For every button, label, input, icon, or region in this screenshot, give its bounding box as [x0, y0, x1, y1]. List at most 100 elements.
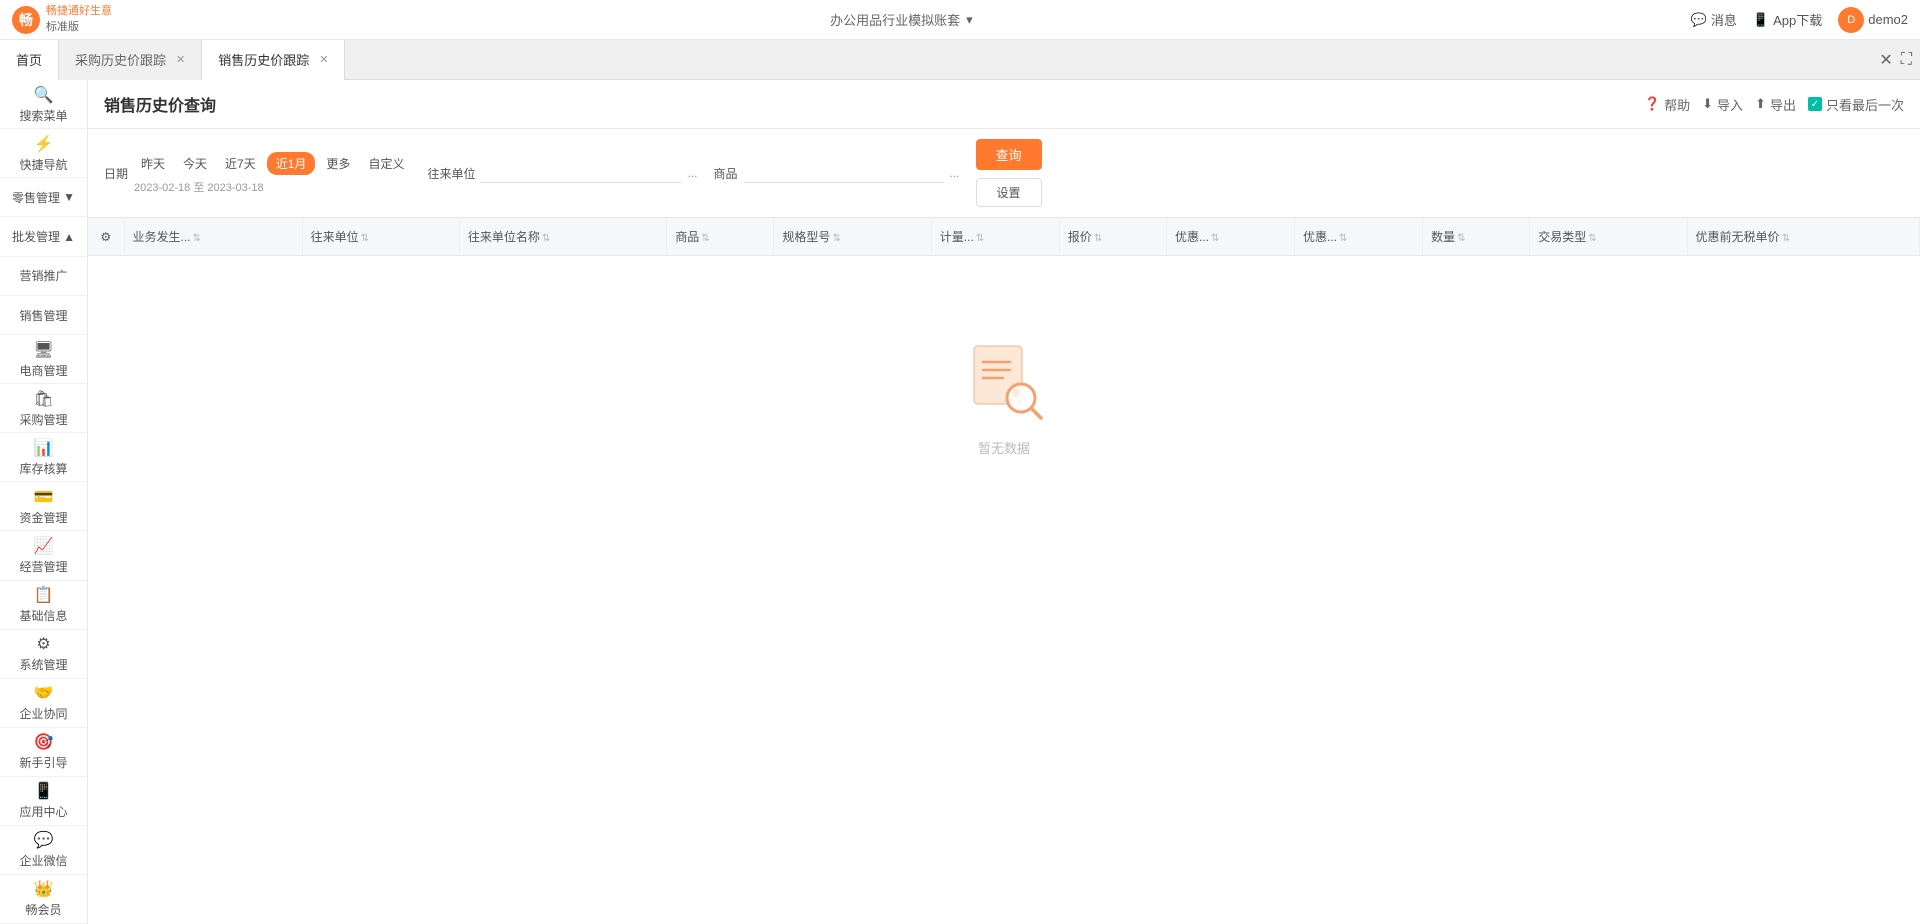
date-btn-last1m[interactable]: 近1月 — [267, 152, 316, 175]
sidebar-item-inventory[interactable]: 📊 库存核算 — [0, 433, 87, 482]
empty-text: 暂无数据 — [978, 438, 1030, 457]
tab-home-label: 首页 — [16, 50, 42, 69]
tab-window-actions: ✕ ⛶ — [1871, 50, 1920, 70]
only-last-checkbox-label[interactable]: ✓ 只看最后一次 — [1808, 95, 1904, 114]
sidebar-item-search-menu[interactable]: 🔍 搜索菜单 — [0, 80, 87, 129]
marketing-label: 营销推广 — [19, 267, 67, 284]
sidebar-item-quick-nav[interactable]: ⚡ 快捷导航 — [0, 129, 87, 178]
help-btn[interactable]: ❓ 帮助 — [1644, 95, 1690, 114]
import-btn[interactable]: ⬇ 导入 — [1702, 95, 1743, 114]
contact-input[interactable] — [481, 164, 681, 183]
sort-icon-spec: ⇅ — [832, 233, 840, 244]
ecom-mgmt-label: 电商管理 — [19, 362, 67, 379]
date-btn-last7[interactable]: 近7天 — [218, 152, 263, 175]
date-btn-today[interactable]: 今天 — [176, 152, 214, 175]
user-menu[interactable]: D demo2 — [1838, 7, 1908, 33]
empty-illustration — [959, 336, 1049, 426]
finance-label: 资金管理 — [19, 509, 67, 526]
sidebar-item-app-center[interactable]: 📱 应用中心 — [0, 777, 87, 826]
th-unit[interactable]: 计量...⇅ — [931, 218, 1059, 256]
top-bar: 畅 畅捷通好生意 标准版 办公用品行业模拟账套 ▾ 💬 消息 📱 App下载 D… — [0, 0, 1920, 40]
sidebar: 🔍 搜索菜单 ⚡ 快捷导航 零售管理 ▼ 批发管理 ▲ 营销推广 销售管理 🖥 … — [0, 80, 88, 924]
main-layout: 🔍 搜索菜单 ⚡ 快捷导航 零售管理 ▼ 批发管理 ▲ 营销推广 销售管理 🖥 … — [0, 80, 1920, 924]
empty-svg-icon — [959, 336, 1049, 426]
sidebar-item-purchase-mgmt[interactable]: 🛍 采购管理 — [0, 384, 87, 433]
only-last-checkbox[interactable]: ✓ — [1808, 97, 1822, 111]
product-ellipsis[interactable]: ... — [950, 166, 960, 180]
settings-gear-icon[interactable]: ⚙ — [100, 230, 111, 244]
th-settings[interactable]: ⚙ — [88, 218, 124, 256]
operations-label: 经营管理 — [19, 558, 67, 575]
sidebar-item-sales-mgmt[interactable]: 销售管理 — [0, 296, 87, 335]
th-contact-code[interactable]: 往来单位⇅ — [302, 218, 459, 256]
tab-bar: 首页 采购历史价跟踪 ✕ 销售历史价跟踪 ✕ ✕ ⛶ — [0, 40, 1920, 80]
app-center-label: 应用中心 — [19, 803, 67, 820]
date-btn-custom[interactable]: 自定义 — [361, 152, 411, 175]
tab-sales-history-label: 销售历史价跟踪 — [218, 50, 309, 69]
sidebar-item-operations[interactable]: 📈 经营管理 — [0, 531, 87, 580]
sys-mgmt-icon: ⚙ — [36, 634, 50, 654]
sidebar-item-wholesale-mgmt[interactable]: 批发管理 ▲ — [0, 217, 87, 256]
empty-state: 暂无数据 — [88, 256, 1920, 537]
purchase-mgmt-label: 采购管理 — [19, 411, 67, 428]
member-icon: 👑 — [34, 879, 54, 899]
date-btn-yesterday[interactable]: 昨天 — [134, 152, 172, 175]
sidebar-item-retail-mgmt[interactable]: 零售管理 ▼ — [0, 178, 87, 217]
th-discount1[interactable]: 优惠...⇅ — [1166, 218, 1294, 256]
th-discount2[interactable]: 优惠...⇅ — [1295, 218, 1423, 256]
tab-sales-history-close[interactable]: ✕ — [319, 53, 328, 66]
window-maximize-btn[interactable]: ⛶ — [1901, 51, 1912, 69]
export-icon: ⬆ — [1755, 96, 1766, 112]
sidebar-item-search-menu-label: 搜索菜单 — [19, 107, 67, 124]
sidebar-item-finance[interactable]: 💳 资金管理 — [0, 482, 87, 531]
sort-icon-product: ⇅ — [701, 233, 709, 244]
th-spec[interactable]: 规格型号⇅ — [774, 218, 931, 256]
window-close-btn[interactable]: ✕ — [1879, 50, 1892, 70]
tab-home[interactable]: 首页 — [0, 40, 59, 80]
workspace-dropdown-icon[interactable]: ▾ — [966, 12, 973, 28]
sidebar-item-sys-mgmt[interactable]: ⚙ 系统管理 — [0, 630, 87, 679]
sidebar-item-ecom-mgmt[interactable]: 🖥 电商管理 — [0, 335, 87, 384]
search-menu-icon: 🔍 — [34, 85, 54, 105]
tab-purchase-history[interactable]: 采购历史价跟踪 ✕ — [59, 40, 202, 80]
help-icon: ❓ — [1644, 96, 1660, 112]
tab-sales-history[interactable]: 销售历史价跟踪 ✕ — [202, 40, 345, 80]
avatar: D — [1838, 7, 1864, 33]
app-center-icon: 📱 — [34, 781, 54, 801]
workspace-selector[interactable]: 办公用品行业模拟账套 ▾ — [830, 10, 973, 29]
product-input[interactable] — [744, 164, 944, 183]
th-price[interactable]: 报价⇅ — [1059, 218, 1166, 256]
import-icon: ⬇ — [1702, 96, 1713, 112]
sort-icon-trade-type: ⇅ — [1588, 233, 1596, 244]
contact-ellipsis[interactable]: ... — [687, 166, 697, 180]
message-btn[interactable]: 💬 消息 — [1691, 10, 1737, 29]
table-header-row: ⚙ 业务发生...⇅ 往来单位⇅ 往来单位名称⇅ 商品⇅ — [88, 218, 1920, 256]
basic-info-label: 基础信息 — [19, 607, 67, 624]
date-filter: 日期 昨天 今天 近7天 近1月 更多 自定义 2023-02-18 至 202… — [104, 152, 411, 195]
tab-purchase-history-close[interactable]: ✕ — [176, 53, 185, 66]
date-btn-more[interactable]: 更多 — [319, 152, 357, 175]
sidebar-item-enterprise[interactable]: 🤝 企业协同 — [0, 679, 87, 728]
th-quantity[interactable]: 数量⇅ — [1423, 218, 1530, 256]
sidebar-item-member[interactable]: 👑 畅会员 — [0, 875, 87, 924]
export-btn[interactable]: ⬆ 导出 — [1755, 95, 1796, 114]
sidebar-item-newbie[interactable]: 🎯 新手引导 — [0, 728, 87, 777]
filter-buttons: 查询 设置 — [976, 139, 1042, 207]
sidebar-item-basic-info[interactable]: 📋 基础信息 — [0, 581, 87, 630]
th-pretax-price[interactable]: 优惠前无税单价⇅ — [1687, 218, 1919, 256]
settings-button[interactable]: 设置 — [976, 178, 1042, 207]
query-button[interactable]: 查询 — [976, 139, 1042, 170]
top-bar-left: 畅 畅捷通好生意 标准版 — [12, 5, 112, 34]
sidebar-item-marketing[interactable]: 营销推广 — [0, 257, 87, 296]
data-table: ⚙ 业务发生...⇅ 往来单位⇅ 往来单位名称⇅ 商品⇅ — [88, 218, 1920, 256]
product-filter-label: 商品 — [713, 165, 737, 182]
th-biz-date[interactable]: 业务发生...⇅ — [124, 218, 302, 256]
sidebar-item-enterprise-wechat[interactable]: 💬 企业微信 — [0, 826, 87, 875]
logo-area: 畅 畅捷通好生意 标准版 — [12, 5, 112, 34]
sort-icon-discount2: ⇅ — [1339, 233, 1347, 244]
th-contact-name[interactable]: 往来单位名称⇅ — [459, 218, 666, 256]
th-trade-type[interactable]: 交易类型⇅ — [1530, 218, 1687, 256]
th-product[interactable]: 商品⇅ — [667, 218, 774, 256]
app-download-btn[interactable]: 📱 App下载 — [1753, 10, 1822, 29]
logo-icon: 畅 — [12, 6, 40, 34]
